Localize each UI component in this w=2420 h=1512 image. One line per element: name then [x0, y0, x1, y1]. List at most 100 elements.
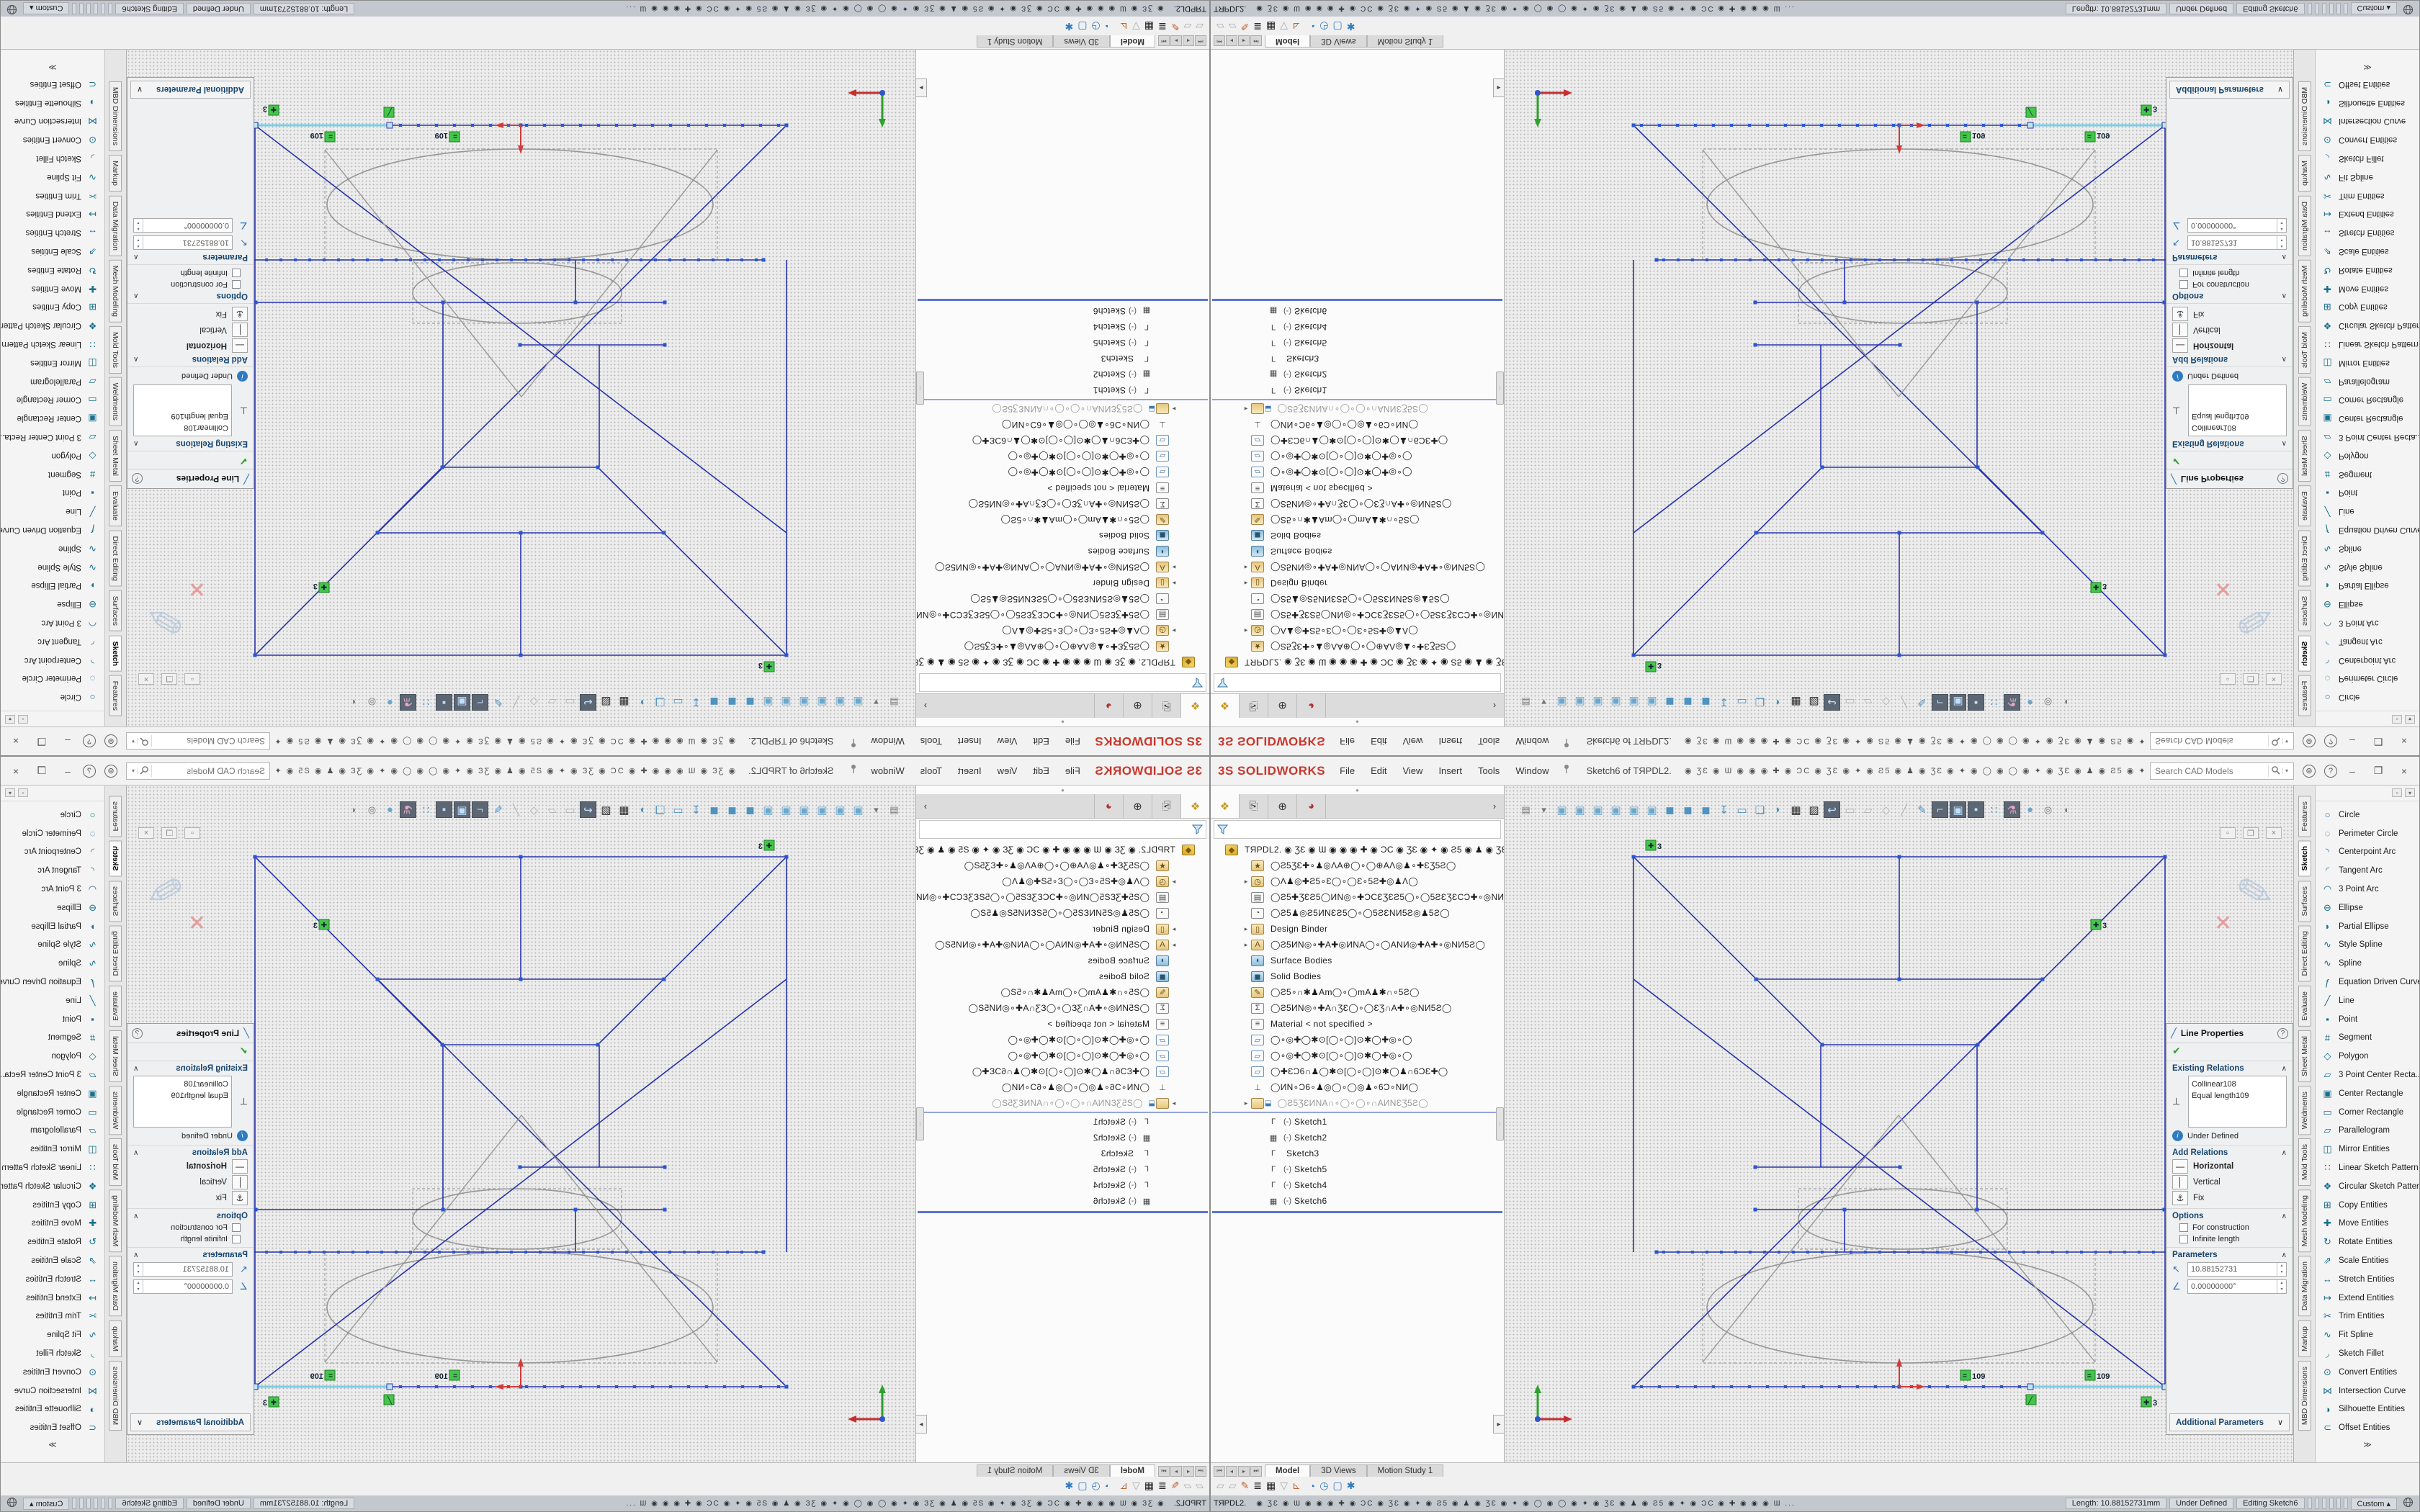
tab-nav-button[interactable]: ◂: [1183, 35, 1194, 46]
toolbar-icon[interactable]: ▨: [598, 694, 614, 711]
bottom-toolbar-icon[interactable]: ▽: [1280, 20, 1288, 32]
add-relation-button[interactable]: │ Vertical: [127, 1174, 254, 1190]
tool-item[interactable]: ⊖ Ellipse: [1, 595, 104, 613]
tool-list-button[interactable]: ▾: [2405, 715, 2415, 724]
tool-item[interactable]: ▪ Point: [2316, 483, 2419, 502]
tree-item[interactable]: ▱ ◯∘◎✚◯✱⊙[◯∘◯]⊙✱◯✚◎∘◯: [916, 464, 1209, 480]
tool-item[interactable]: ◠ 3 Point Arc: [1, 880, 104, 899]
add-relations-section[interactable]: Add Relations ∧: [127, 1145, 254, 1158]
toolbar-icon[interactable]: ▨: [598, 801, 614, 818]
menu-item[interactable]: Window: [1508, 762, 1556, 779]
tree-item[interactable]: ◼ Solid Bodies: [916, 528, 1209, 544]
toolbar-icon[interactable]: ▭: [1734, 801, 1750, 818]
option-checkbox-row[interactable]: Infinite length: [127, 267, 254, 279]
help-icon[interactable]: ?: [2324, 735, 2337, 748]
tool-item[interactable]: ╱ Line: [1, 991, 104, 1010]
menu-item[interactable]: Tools: [1471, 733, 1507, 750]
tree-item[interactable]: ▸ ⬓ ◯Ƨ5ƷƐИNA∩∘◯∘◯∘∩AИNƐƷ5Ƨ◯: [916, 401, 1209, 417]
toolbar-icon[interactable]: ▱: [544, 694, 560, 711]
globe-icon[interactable]: [6, 1497, 17, 1510]
pencil3-relation-badge[interactable]: ✚3: [2141, 104, 2157, 115]
tree-item[interactable]: ✎ ◯Ƨ5∘∩✱♟Am◯∘◯mA♟✱∩∘5Ƨ◯: [916, 512, 1209, 528]
tool-item[interactable]: ◇ Polygon: [1, 446, 104, 465]
panel-help-icon[interactable]: ?: [132, 474, 143, 485]
toolbar-icon[interactable]: ▣: [454, 801, 470, 818]
tree-item[interactable]: ▸ ◷ ◯Λ♟◎✚Ƨ5∘Ɛ◯∘◯Ɛ∘5Ƨ✚◎♟Λ◯: [1211, 623, 1504, 639]
pencil3-relation-badge[interactable]: ✚3: [2141, 1397, 2157, 1408]
tree-scrollbar-thumb[interactable]: ⋮: [1496, 372, 1504, 405]
toolbar-icon[interactable]: ▱: [1860, 694, 1876, 711]
parameters-section[interactable]: Parameters ∧: [2166, 251, 2293, 265]
menu-item[interactable]: View: [990, 733, 1025, 750]
tool-item[interactable]: ◑ Silhouette Entities: [1, 94, 104, 112]
tree-item[interactable]: ▱ ◯∘◎✚◯✱⊙[◯∘◯]⊙✱◯✚◎∘◯: [916, 1032, 1209, 1048]
commandmanager-tab[interactable]: Sketch: [2298, 840, 2311, 876]
toolbar-icon[interactable]: ↩: [580, 801, 596, 818]
tool-item[interactable]: ▣ Center Rectangle: [2316, 1084, 2419, 1103]
tab-configurationmanager[interactable]: ⊕: [1268, 694, 1297, 718]
tool-list-button[interactable]: ▾: [5, 715, 15, 724]
tree-item[interactable]: ▸ ◷ ◯Λ♟◎✚Ƨ5∘Ɛ◯∘◯Ɛ∘5Ƨ✚◎♟Λ◯: [916, 873, 1209, 889]
bottom-toolbar-icon[interactable]: ▦: [1144, 20, 1154, 32]
toolbar-icon[interactable]: ◖: [346, 694, 362, 711]
toolbar-icon[interactable]: ▦: [1788, 801, 1804, 818]
tree-item[interactable]: ▤ ◯Ƨ5✚ƷƐƧ5◯ИN◎∘✚ƆCƐƷƐƧ5◯∘◯5ƧƐƷƐCƆ✚∘◎NИ◯: [916, 607, 1209, 623]
spinner-buttons[interactable]: ▴▾: [134, 236, 143, 249]
bottom-toolbar-icon[interactable]: ▢: [1332, 20, 1342, 32]
toolbar-icon[interactable]: ▣: [1554, 801, 1570, 818]
panel-help-icon[interactable]: ?: [132, 1028, 143, 1039]
commandmanager-tab[interactable]: Direct Editing: [2298, 530, 2311, 586]
add-relations-section[interactable]: Add Relations ∧: [2166, 354, 2293, 367]
tree-item[interactable]: ≡ Material < not specified >: [1211, 480, 1504, 496]
tree-item[interactable]: ▸ A ◯Ƨ5ИN◎∘✚A✚◎ИNA◯∘◯ANИ◎✚A✚∘◎NИ5Ƨ◯: [1211, 937, 1504, 953]
pin-icon[interactable]: [849, 764, 858, 778]
tool-item[interactable]: ƒ Equation Driven Curve: [2316, 521, 2419, 539]
toolbar-icon[interactable]: ▾: [1536, 694, 1552, 711]
document-tab[interactable]: 3D Views: [1053, 35, 1109, 48]
tool-list-overflow-chevron[interactable]: ≫: [1, 63, 104, 72]
tab-nav-button[interactable]: ▸: [1238, 1466, 1250, 1477]
help-icon[interactable]: ?: [83, 735, 96, 748]
tree-item[interactable]: ▱ ◯∘◎✚◯✱⊙[◯∘◯]⊙✱◯✚◎∘◯: [916, 1048, 1209, 1063]
toolbar-icon[interactable]: ▨: [1806, 801, 1822, 818]
tab-nav-button[interactable]: ⏭: [1250, 1466, 1262, 1477]
tool-item[interactable]: ⊖ Ellipse: [1, 899, 104, 917]
panel-collapse-arrow[interactable]: ▸: [1493, 1415, 1505, 1434]
pencil3-relation-badge[interactable]: ✚3: [758, 840, 774, 851]
tool-item[interactable]: ∿ Style Spline: [1, 558, 104, 577]
relation-entry[interactable]: Equal length109: [2192, 410, 2283, 422]
panel-grip[interactable]: ●: [1211, 786, 1504, 794]
panel-grip[interactable]: ●: [916, 718, 1209, 726]
toolbar-icon[interactable]: ▪: [1968, 801, 1984, 818]
commandmanager-tab[interactable]: MBD Dimensions: [109, 81, 122, 151]
toolbar-icon[interactable]: ◇: [1878, 801, 1894, 818]
tool-item[interactable]: ⇗ Scale Entities: [1, 1251, 104, 1270]
toolbar-icon[interactable]: ◎: [364, 694, 380, 711]
tree-item[interactable]: ≡ Material < not specified >: [916, 1016, 1209, 1032]
bottom-toolbar-icon[interactable]: ≣: [1253, 1480, 1262, 1492]
toolbar-icon[interactable]: ▣: [796, 694, 812, 711]
tab-nav-button[interactable]: ⏭: [1158, 1466, 1170, 1477]
user-account-icon[interactable]: ⊚: [104, 765, 117, 778]
tool-item[interactable]: ƒ Equation Driven Curve: [2316, 973, 2419, 991]
toolbar-icon[interactable]: ↧: [1716, 694, 1732, 711]
rollback-bar[interactable]: [1212, 1211, 1502, 1213]
commandmanager-tab[interactable]: Weldments: [109, 377, 122, 426]
commandmanager-tab[interactable]: Weldments: [2298, 1086, 2311, 1135]
tool-item[interactable]: ∿ Spline: [2316, 954, 2419, 973]
tree-item[interactable]: ▱ ◯✚ƐƆ6∩♟◯✱⊙[◯∘◯]⊙✱◯♟∩6ƆƐ✚◯: [1211, 1063, 1504, 1079]
toolbar-icon[interactable]: ◖: [346, 801, 362, 818]
option-checkbox-row[interactable]: For construction: [2166, 1222, 2293, 1233]
search-input[interactable]: [2154, 765, 2268, 777]
tool-item[interactable]: ◌ Perimeter Circle: [1, 669, 104, 688]
commandmanager-tab[interactable]: Direct Editing: [109, 925, 122, 981]
commandmanager-tab[interactable]: Mesh Modeling: [2298, 260, 2311, 323]
document-tab[interactable]: Motion Study 1: [977, 35, 1054, 48]
additional-parameters-section[interactable]: Additional Parameters ∨: [2169, 1413, 2290, 1431]
toolbar-icon[interactable]: ▦: [1788, 694, 1804, 711]
tree-item[interactable]: ≡ Material < not specified >: [1211, 1016, 1504, 1032]
commandmanager-tab[interactable]: Surfaces: [109, 590, 122, 631]
tool-item[interactable]: ⊂ Offset Entities: [1, 75, 104, 94]
toolbar-icon[interactable]: ◼: [1698, 801, 1714, 818]
equal-relation-badge[interactable]: =109: [435, 131, 460, 142]
